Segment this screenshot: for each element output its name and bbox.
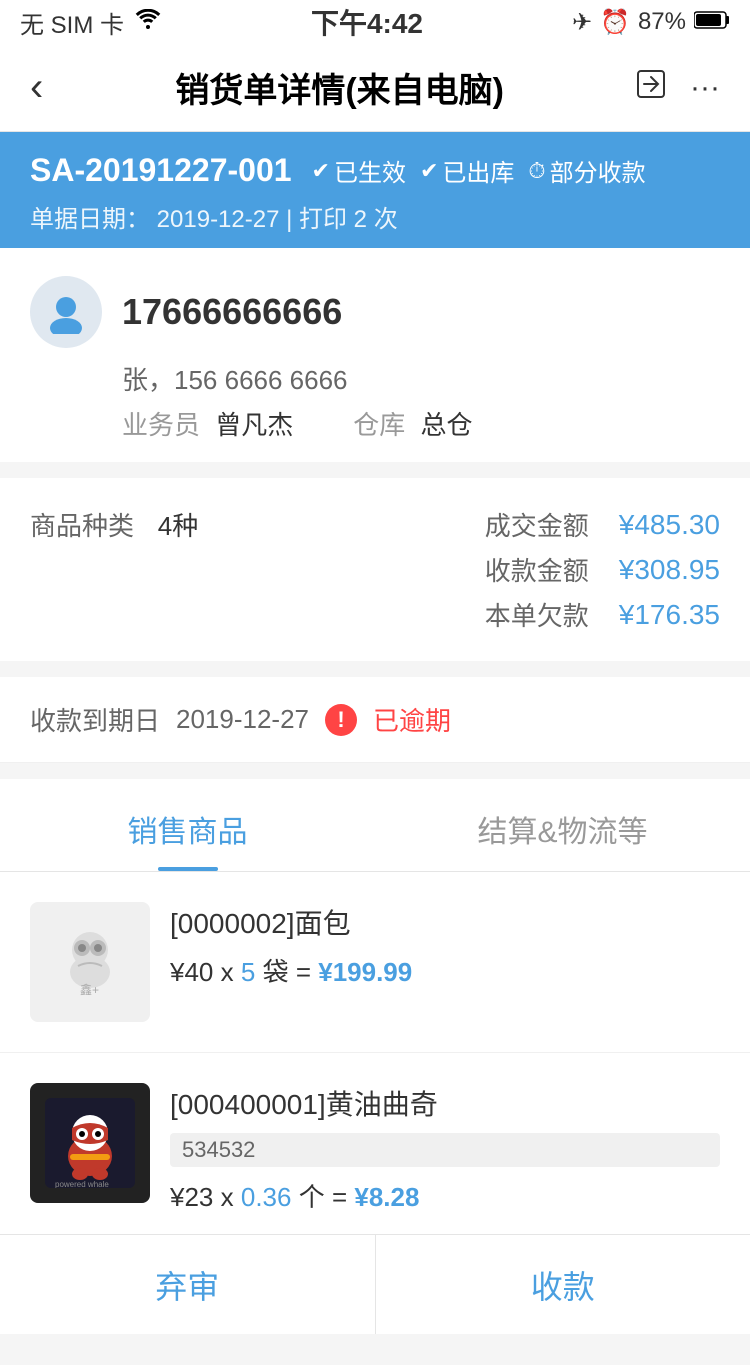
- banner-subtitle: 单据日期： 2019-12-27 | 打印 2 次: [30, 199, 720, 234]
- section-divider: [0, 763, 750, 779]
- total-2: ¥8.28: [354, 1182, 419, 1212]
- confirm-button[interactable]: 收款: [376, 1235, 750, 1334]
- list-item: powered whale [000400001]黄油曲奇 534532 ¥23…: [0, 1053, 750, 1245]
- location-icon: ✈: [572, 8, 592, 37]
- check-icon-1: ✔: [312, 158, 330, 184]
- debt-value: ¥176.35: [619, 599, 720, 631]
- header-banner: SA-20191227-001 ✔ 已生效 ✔ 已出库 ⏱ 部分收款 单据日期：…: [0, 132, 750, 248]
- time-display: 下午4:42: [311, 2, 423, 42]
- debt-label: 本单欠款: [485, 596, 589, 633]
- stats-left: 商品种类 4种: [30, 506, 198, 543]
- warehouse-label: 仓库: [353, 410, 405, 440]
- badge-effective: ✔ 已生效: [312, 153, 406, 188]
- due-date-value: 2019-12-27: [176, 704, 309, 735]
- price-base-2: ¥23: [170, 1182, 213, 1212]
- svg-text:鑫+: 鑫+: [80, 982, 99, 997]
- qty-2: 0.36: [241, 1182, 292, 1212]
- product-types-label: 商品种类: [30, 511, 134, 541]
- badge-partial: ⏱ 部分收款: [528, 153, 645, 188]
- badge-shipped: ✔ 已出库: [420, 153, 514, 188]
- product-price-2: ¥23 x 0.36 个 = ¥8.28: [170, 1177, 720, 1214]
- sim-status: 无 SIM 卡: [20, 5, 124, 40]
- tab-sales-products[interactable]: 销售商品: [0, 779, 375, 871]
- debt-row: 本单欠款 ¥176.35: [485, 596, 720, 633]
- salesperson-label: 业务员: [122, 410, 200, 440]
- check-icon-2: ✔: [420, 158, 438, 184]
- page-title: 销货单详情(来自电脑): [175, 63, 504, 112]
- date-label: 单据日期：: [30, 206, 150, 233]
- svg-text:powered whale: powered whale: [55, 1180, 109, 1188]
- product-types-row: 商品种类 4种: [30, 506, 198, 543]
- more-icon[interactable]: ···: [690, 71, 720, 105]
- received-value: ¥308.95: [619, 554, 720, 586]
- salesperson-info: 业务员 曾凡杰: [122, 405, 293, 442]
- deal-amount-row: 成交金额 ¥485.30: [485, 506, 720, 543]
- product-types-value: 4种: [158, 511, 198, 541]
- stats-right: 成交金额 ¥485.30 收款金额 ¥308.95 本单欠款 ¥176.35: [485, 506, 720, 633]
- product-name-1: [0000002]面包: [170, 902, 720, 942]
- due-section: 收款到期日 2019-12-27 ! 已逾期: [0, 677, 750, 763]
- stats-section: 商品种类 4种 成交金额 ¥485.30 收款金额 ¥308.95 本单欠款 ¥…: [0, 478, 750, 661]
- tab-settlement[interactable]: 结算&物流等: [375, 779, 750, 871]
- customer-contact: 张，156 6666 6666: [30, 360, 720, 397]
- product-info-2: [000400001]黄油曲奇 534532 ¥23 x 0.36 个 = ¥8…: [170, 1083, 720, 1214]
- status-right: ✈ ⏰ 87%: [572, 8, 730, 37]
- overdue-icon: !: [325, 704, 357, 736]
- warehouse-value: 总仓: [421, 410, 473, 440]
- nav-actions: ···: [636, 69, 720, 107]
- bottom-bar: 弃审 收款: [0, 1234, 750, 1334]
- status-bar: 无 SIM 卡 下午4:42 ✈ ⏰ 87%: [0, 0, 750, 44]
- received-label: 收款金额: [485, 551, 589, 588]
- list-item: 鑫+ [0000002]面包 ¥40 x 5 袋 = ¥199.99: [0, 872, 750, 1053]
- print-info: | 打印 2 次: [286, 206, 398, 233]
- product-image-1: 鑫+: [30, 902, 150, 1022]
- price-base-1: ¥40: [170, 957, 213, 987]
- salesperson-value: 曾凡杰: [215, 410, 293, 440]
- clock-icon: ⏱: [528, 158, 545, 184]
- due-date-label: 收款到期日: [30, 701, 160, 738]
- unit-2: 个: [299, 1182, 325, 1212]
- cancel-button[interactable]: 弃审: [0, 1235, 376, 1334]
- customer-section: 17666666666 张，156 6666 6666 业务员 曾凡杰 仓库 总…: [0, 248, 750, 462]
- product-price-1: ¥40 x 5 袋 = ¥199.99: [170, 952, 720, 989]
- product-name-2: [000400001]黄油曲奇: [170, 1083, 720, 1123]
- status-left: 无 SIM 卡: [20, 5, 162, 40]
- alarm-icon: ⏰: [600, 8, 630, 37]
- overdue-text: 已逾期: [373, 701, 451, 738]
- customer-row: 17666666666: [30, 276, 720, 348]
- customer-id: 17666666666: [122, 291, 342, 333]
- deal-amount-label: 成交金额: [485, 506, 589, 543]
- product-sku-2: 534532: [170, 1133, 720, 1167]
- nav-bar: ‹ 销货单详情(来自电脑) ···: [0, 44, 750, 132]
- total-1: ¥199.99: [318, 957, 412, 987]
- product-info-1: [0000002]面包 ¥40 x 5 袋 = ¥199.99: [170, 902, 720, 1022]
- battery-icon: [694, 8, 730, 36]
- avatar: [30, 276, 102, 348]
- product-image-2: powered whale: [30, 1083, 150, 1203]
- unit-1: 袋: [263, 957, 289, 987]
- wifi-icon: [134, 8, 162, 36]
- qty-1: 5: [241, 957, 255, 987]
- battery-text: 87%: [638, 8, 686, 36]
- status-badges: ✔ 已生效 ✔ 已出库 ⏱ 部分收款: [312, 153, 646, 188]
- deal-amount-value: ¥485.30: [619, 509, 720, 541]
- back-button[interactable]: ‹: [30, 65, 43, 110]
- product-list: 鑫+ [0000002]面包 ¥40 x 5 袋 = ¥199.99: [0, 872, 750, 1245]
- order-id: SA-20191227-001: [30, 152, 292, 189]
- date-value: 2019-12-27: [157, 206, 280, 233]
- tabs: 销售商品 结算&物流等: [0, 779, 750, 872]
- received-row: 收款金额 ¥308.95: [485, 551, 720, 588]
- warehouse-info: 仓库 总仓: [353, 405, 472, 442]
- share-icon[interactable]: [636, 69, 666, 107]
- banner-top: SA-20191227-001 ✔ 已生效 ✔ 已出库 ⏱ 部分收款: [30, 152, 720, 189]
- customer-meta: 业务员 曾凡杰 仓库 总仓: [30, 405, 720, 442]
